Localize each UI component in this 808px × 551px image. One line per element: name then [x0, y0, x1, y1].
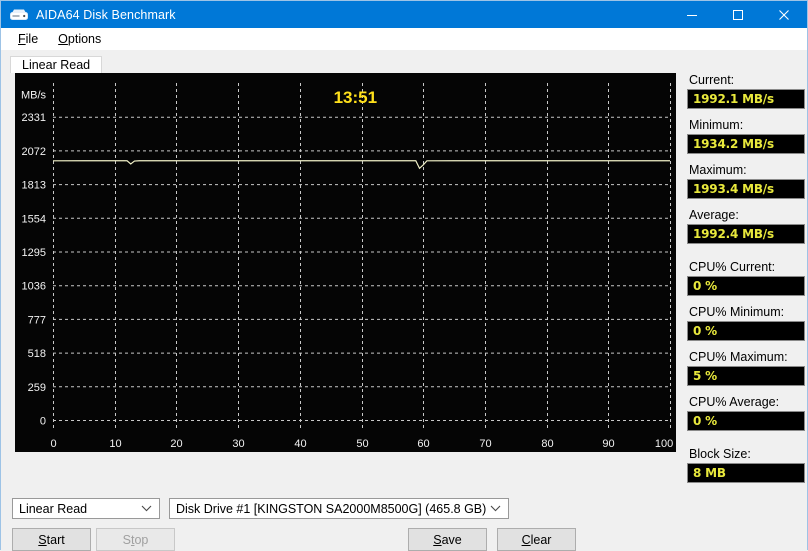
disk-drive-icon: [8, 7, 30, 23]
chart-background: [15, 73, 676, 452]
disk-drive-select[interactable]: Disk Drive #1 [KINGSTON SA2000M8500G] (4…: [169, 498, 509, 519]
stat-value-3: 1992.4 MB/s: [693, 227, 774, 241]
stat-value-8: 8 MB: [693, 466, 726, 480]
stat-label-1: Minimum:: [689, 118, 744, 132]
test-type-value: Linear Read: [19, 501, 88, 516]
stat-value-5: 0 %: [693, 324, 717, 338]
x-tick-label-3: 30: [232, 438, 244, 450]
stat-label-3: Average:: [689, 208, 739, 222]
bottom-controls: Linear Read Disk Drive #1 [KINGSTON SA20…: [1, 492, 807, 551]
stat-value-6: 5 %: [693, 369, 717, 383]
x-tick-label-6: 60: [417, 438, 429, 450]
x-tick-label-1: 10: [109, 438, 121, 450]
x-tick-label-10: 100 %: [655, 438, 676, 450]
stat-box-0: 1992.1 MB/s: [687, 89, 805, 109]
main-row: 0 259 518 777 1036 1295 1554 1813 2072 2331 0 10 20 3…: [1, 73, 807, 492]
y-axis-unit-label: MB/s: [21, 90, 47, 102]
stat-label-2: Maximum:: [689, 163, 747, 177]
y-tick-label-4: 1036: [22, 281, 46, 293]
stat-value-4: 0 %: [693, 279, 717, 293]
save-button[interactable]: Save: [408, 528, 487, 551]
y-tick-label-2: 518: [28, 348, 46, 360]
stat-box-8: 8 MB: [687, 463, 805, 483]
y-tick-label-9: 2331: [22, 112, 46, 124]
benchmark-chart: 0 259 518 777 1036 1295 1554 1813 2072 2331 0 10 20 3…: [15, 73, 676, 452]
y-tick-label-8: 2072: [22, 146, 46, 158]
y-tick-label-1: 259: [28, 382, 46, 394]
tab-strip: Linear Read: [10, 54, 807, 73]
stat-gap: [687, 440, 807, 447]
clear-button[interactable]: Clear: [497, 528, 576, 551]
x-tick-label-2: 20: [170, 438, 182, 450]
stat-value-1: 1934.2 MB/s: [693, 137, 774, 151]
x-tick-label-9: 90: [602, 438, 614, 450]
stat-label-6: CPU% Maximum:: [689, 350, 788, 364]
y-tick-label-3: 777: [28, 314, 46, 326]
stat-gap: [687, 253, 807, 260]
close-button[interactable]: [761, 1, 807, 28]
y-tick-label-7: 1813: [22, 180, 46, 192]
elapsed-timer: 13:51: [334, 88, 377, 107]
x-tick-label-8: 80: [541, 438, 553, 450]
statistics-panel: Current: 1992.1 MB/s Minimum: 1934.2 MB/s Ma…: [687, 73, 807, 492]
window-controls: [669, 1, 807, 28]
stat-box-5: 0 %: [687, 321, 805, 341]
menu-item-options[interactable]: Options: [49, 31, 110, 47]
minimize-button[interactable]: [669, 1, 715, 28]
stat-box-4: 0 %: [687, 276, 805, 296]
x-tick-label-4: 40: [294, 438, 306, 450]
menu-bar: File Options: [1, 28, 807, 50]
stat-value-2: 1993.4 MB/s: [693, 182, 774, 196]
chart-canvas: 0 259 518 777 1036 1295 1554 1813 2072 2331 0 10 20 3…: [15, 73, 676, 452]
y-tick-label-0: 0: [40, 416, 46, 428]
stat-label-5: CPU% Minimum:: [689, 305, 785, 319]
x-tick-label-7: 70: [479, 438, 491, 450]
stat-box-2: 1993.4 MB/s: [687, 179, 805, 199]
stat-value-7: 0 %: [693, 414, 717, 428]
content-area: Linear Read 0 259 518 777 1036 1295 1554 1813 20…: [1, 50, 807, 551]
y-tick-label-5: 1295: [22, 247, 46, 259]
stat-label-7: CPU% Average:: [689, 395, 780, 409]
stat-box-6: 5 %: [687, 366, 805, 386]
stat-label-0: Current:: [689, 73, 735, 87]
stop-button: Stop: [96, 528, 175, 551]
x-tick-label-0: 0: [50, 438, 56, 450]
chevron-down-icon: [490, 499, 501, 518]
stat-label-4: CPU% Current:: [689, 260, 776, 274]
disk-drive-value: Disk Drive #1 [KINGSTON SA2000M8500G] (4…: [176, 501, 487, 516]
aida64-disk-benchmark-window: AIDA64 Disk Benchmark File Options Linea…: [0, 0, 808, 551]
chevron-down-icon: [141, 499, 152, 518]
stat-box-7: 0 %: [687, 411, 805, 431]
stat-box-3: 1992.4 MB/s: [687, 224, 805, 244]
selector-row: Linear Read Disk Drive #1 [KINGSTON SA20…: [12, 498, 807, 519]
y-tick-label-6: 1554: [22, 213, 46, 225]
action-button-row: Start Stop Save Clear: [12, 528, 807, 551]
maximize-button[interactable]: [715, 1, 761, 28]
test-type-select[interactable]: Linear Read: [12, 498, 160, 519]
menu-item-file[interactable]: File: [9, 31, 47, 47]
x-tick-label-5: 50: [356, 438, 368, 450]
stat-value-0: 1992.1 MB/s: [693, 92, 774, 106]
title-bar: AIDA64 Disk Benchmark: [1, 1, 807, 28]
tab-linear-read[interactable]: Linear Read: [10, 56, 103, 73]
start-button[interactable]: Start: [12, 528, 91, 551]
stat-box-1: 1934.2 MB/s: [687, 134, 805, 154]
stat-label-8: Block Size:: [689, 447, 751, 461]
window-title: AIDA64 Disk Benchmark: [36, 7, 176, 22]
